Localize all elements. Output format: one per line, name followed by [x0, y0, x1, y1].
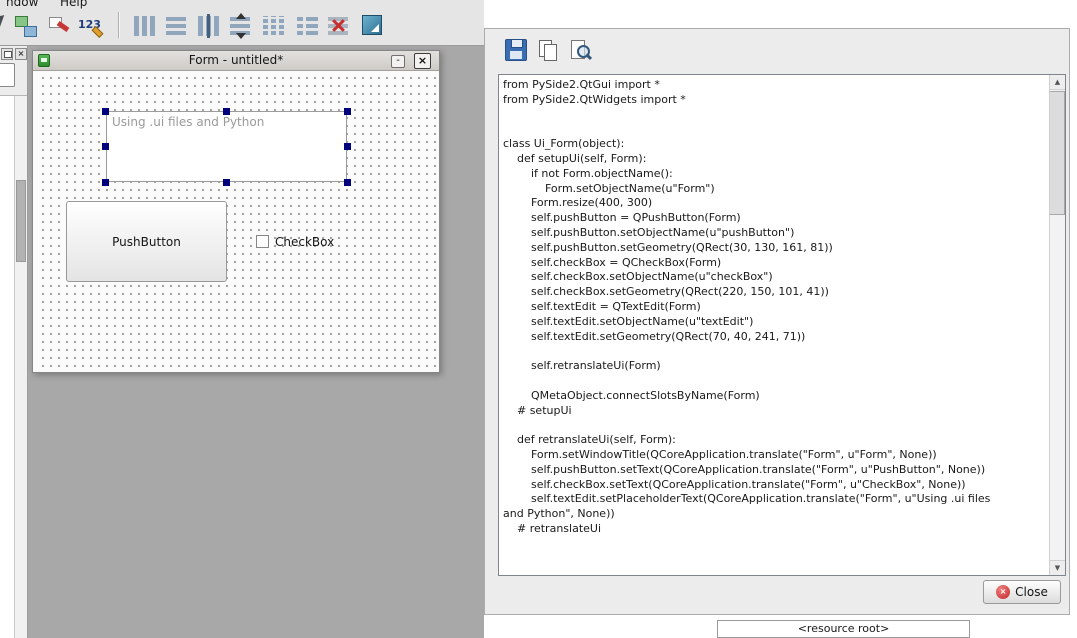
layout-splitter-horizontal-icon[interactable] [198, 16, 219, 36]
code-text[interactable]: from PySide2.QtGui import * from PySide2… [503, 78, 1047, 573]
edit-buddies-icon[interactable] [48, 14, 72, 38]
close-icon: × [996, 585, 1010, 599]
resource-root-item[interactable]: <resource root> [717, 620, 970, 638]
pushbutton-widget[interactable]: PushButton [66, 201, 227, 282]
widget-box-panel: × [0, 46, 28, 638]
scrollbar-thumb[interactable] [16, 180, 26, 262]
screen: ndow Help 123 × Form - [0, 0, 1077, 638]
close-button[interactable]: × [414, 53, 431, 69]
widget-box-scrollbar[interactable] [14, 96, 27, 638]
edit-widgets-icon[interactable] [0, 14, 12, 38]
widget-filter-input[interactable] [0, 63, 15, 87]
app-toolbar: ndow Help 123 [0, 0, 484, 46]
code-scrollbar[interactable]: ▲ ▼ [1049, 75, 1065, 575]
preview-icon[interactable] [569, 39, 591, 61]
copy-icon[interactable] [537, 39, 559, 61]
menu-window[interactable]: ndow [6, 0, 38, 9]
textedit-widget[interactable]: Using .ui files and Python [106, 111, 347, 182]
scroll-up-icon[interactable]: ▲ [1050, 75, 1065, 90]
code-view[interactable]: from PySide2.QtGui import * from PySide2… [498, 74, 1066, 576]
selection-handle[interactable] [223, 179, 230, 186]
magnifier-handle-icon [585, 53, 592, 60]
edit-tab-order-icon[interactable]: 123 [76, 14, 106, 38]
form-window: Form - untitled* - × Using .ui files and… [32, 50, 440, 373]
form-canvas[interactable]: Using .ui files and Python PushButton Ch… [36, 71, 436, 369]
resource-root-label: <resource root> [798, 622, 890, 635]
layout-splitter-vertical-icon[interactable] [230, 17, 250, 35]
selection-handle[interactable] [344, 179, 351, 186]
widget-box-list [0, 95, 27, 638]
menu-help[interactable]: Help [60, 0, 87, 9]
break-layout-icon[interactable] [328, 16, 348, 35]
dock-close-icon[interactable]: × [15, 48, 27, 60]
checkbox-indicator[interactable] [256, 235, 269, 248]
dialog-close-button[interactable]: × Close [983, 580, 1061, 604]
minimize-button[interactable]: - [391, 55, 405, 68]
mdi-area: Form - untitled* - × Using .ui files and… [28, 46, 484, 638]
toolbar-separator [118, 12, 119, 38]
form-window-title: Form - untitled* [33, 53, 439, 67]
selection-handle[interactable] [102, 143, 109, 150]
tab-order-label: 123 [78, 18, 101, 31]
layout-horizontal-icon[interactable] [134, 16, 155, 36]
pushbutton-label: PushButton [112, 235, 181, 249]
save-icon[interactable] [505, 39, 527, 61]
form-window-titlebar[interactable]: Form - untitled* - × [33, 51, 439, 71]
selection-handle[interactable] [102, 179, 109, 186]
layout-vertical-icon[interactable] [166, 17, 186, 35]
scrollbar-thumb[interactable] [1050, 91, 1065, 215]
selection-handle[interactable] [344, 143, 351, 150]
selection-handle[interactable] [223, 108, 230, 115]
layout-form-icon[interactable] [297, 16, 318, 35]
close-button-label: Close [1015, 585, 1048, 599]
dock-float-icon[interactable] [1, 48, 13, 60]
code-preview-dialog: from PySide2.QtGui import * from PySide2… [484, 28, 1070, 615]
scroll-down-icon[interactable]: ▼ [1050, 560, 1065, 575]
selection-handle[interactable] [344, 108, 351, 115]
textedit-placeholder: Using .ui files and Python [112, 115, 264, 129]
checkbox-label: CheckBox [275, 235, 334, 249]
adjust-size-icon[interactable] [362, 15, 382, 35]
layout-grid-icon[interactable] [263, 16, 284, 35]
checkbox-widget[interactable]: CheckBox [256, 221, 357, 262]
selection-handle[interactable] [102, 108, 109, 115]
edit-signals-slots-icon[interactable] [14, 14, 38, 38]
